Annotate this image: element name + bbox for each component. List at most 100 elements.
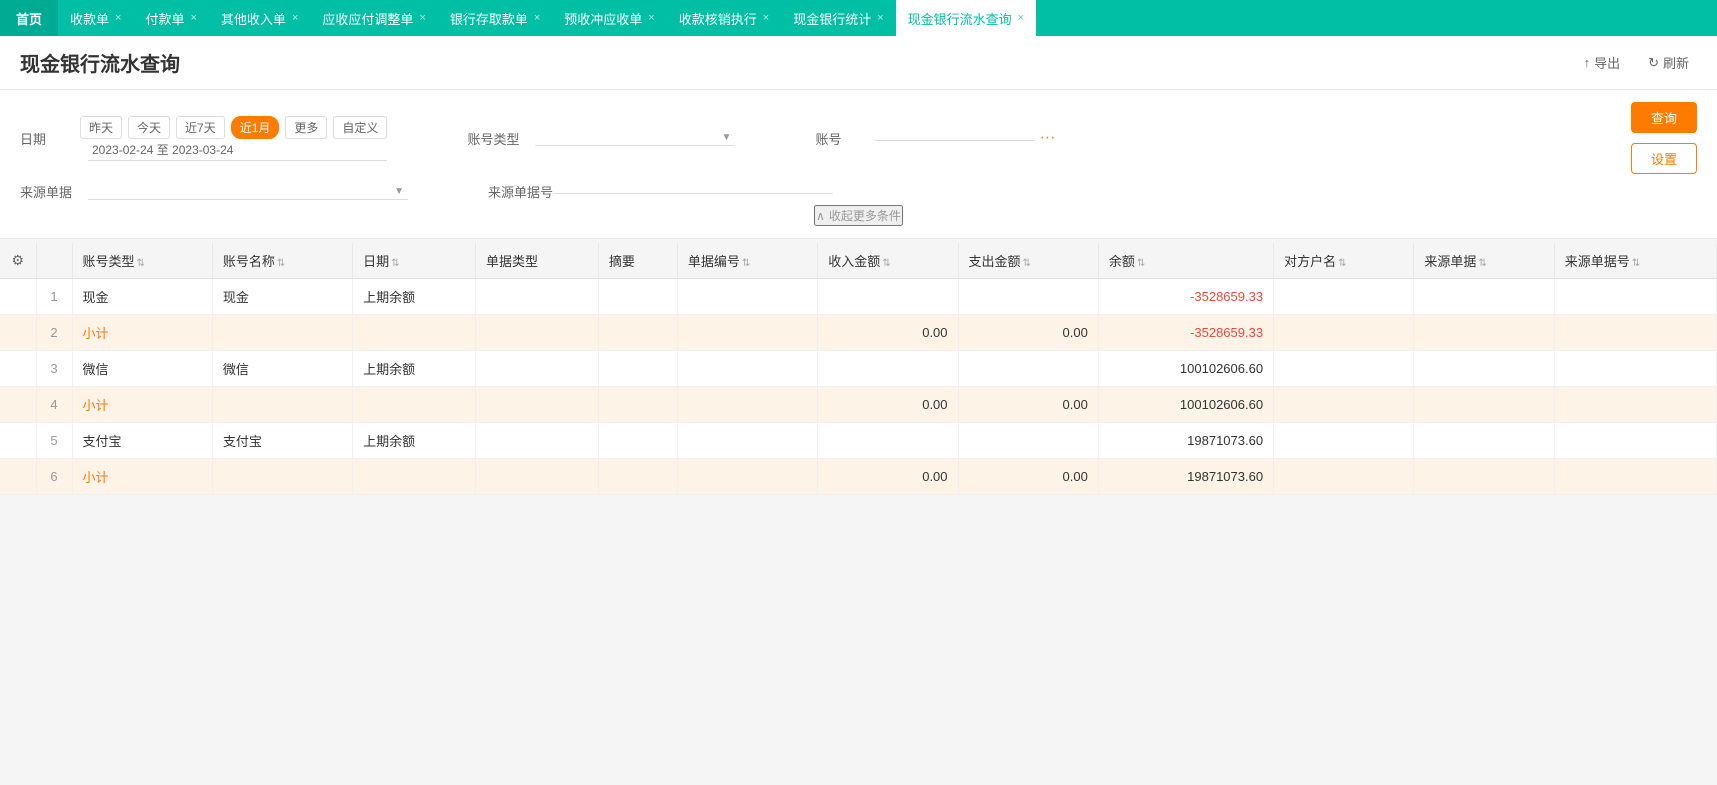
cell-expense: [958, 351, 1098, 387]
cell-income: [818, 423, 958, 459]
nav-tab-other-income[interactable]: 其他收入单×: [209, 0, 310, 36]
nav-tab-pre-receipt[interactable]: 预收冲应收单×: [552, 0, 666, 36]
collapse-icon: ∧: [816, 209, 825, 223]
nav-tab-ar-ap-adjust[interactable]: 应收应付调整单×: [310, 0, 437, 36]
account-dots-button[interactable]: ···: [1039, 129, 1055, 147]
cell-doc-no: [677, 387, 817, 423]
cell-income: 0.00: [818, 315, 958, 351]
table-row[interactable]: 2小计0.000.00-3528659.33: [0, 315, 1717, 351]
col-expense[interactable]: 支出金额⇅: [958, 243, 1098, 279]
nav-tab-receipt-verify[interactable]: 收款核销执行×: [667, 0, 781, 36]
col-summary[interactable]: 摘要: [598, 243, 677, 279]
col-income[interactable]: 收入金额⇅: [818, 243, 958, 279]
col-counterparty[interactable]: 对方户名⇅: [1274, 243, 1414, 279]
cell-account-type: 小计: [72, 387, 212, 423]
account-input[interactable]: [875, 136, 1035, 141]
col-gear[interactable]: ⚙: [0, 243, 36, 279]
nav-tab-cash-flow[interactable]: 现金银行流水查询×: [896, 0, 1036, 36]
collapse-button[interactable]: ∧ 收起更多条件: [814, 205, 903, 226]
cell-balance: -3528659.33: [1098, 279, 1273, 315]
col-account-name[interactable]: 账号名称⇅: [212, 243, 352, 279]
cell-doc-type: [475, 423, 598, 459]
nav-tab-cash-stats[interactable]: 现金银行统计×: [781, 0, 895, 36]
cell-account-name: 现金: [212, 279, 352, 315]
close-icon[interactable]: ×: [419, 12, 425, 24]
cell-source-doc: [1414, 459, 1554, 495]
cell-income: 0.00: [818, 387, 958, 423]
col-doc-no[interactable]: 单据编号⇅: [677, 243, 817, 279]
close-icon[interactable]: ×: [534, 12, 540, 24]
nav-tab-receipt[interactable]: 收款单×: [58, 0, 133, 36]
date-btn-today[interactable]: 今天: [128, 116, 170, 139]
page-header: 现金银行流水查询 ↑ 导出 ↻ 刷新: [0, 36, 1717, 90]
table-row[interactable]: 6小计0.000.0019871073.60: [0, 459, 1717, 495]
cell-summary: [598, 387, 677, 423]
date-btn-yesterday[interactable]: 昨天: [80, 116, 122, 139]
close-icon[interactable]: ×: [292, 12, 298, 24]
col-date[interactable]: 日期⇅: [353, 243, 476, 279]
refresh-button[interactable]: ↻ 刷新: [1640, 49, 1697, 76]
cell-gear: [0, 387, 36, 423]
col-doc-type[interactable]: 单据类型: [475, 243, 598, 279]
cell-summary: [598, 351, 677, 387]
nav-tab-bank-deposit[interactable]: 银行存取款单×: [438, 0, 552, 36]
cell-doc-no: [677, 351, 817, 387]
cell-account-type: 微信: [72, 351, 212, 387]
table-header: ⚙ 账号类型⇅ 账号名称⇅ 日期⇅ 单据类型 摘要 单据编号⇅ 收入金额⇅ 支出…: [0, 243, 1717, 279]
cell-summary: [598, 279, 677, 315]
cell-rownum: 4: [36, 387, 72, 423]
nav-tab-payment[interactable]: 付款单×: [133, 0, 208, 36]
close-icon[interactable]: ×: [763, 12, 769, 24]
gear-settings-icon[interactable]: ⚙: [11, 252, 24, 268]
account-filter-col: 账号 ···: [815, 129, 1575, 148]
cell-source-doc-no: [1554, 279, 1716, 315]
col-account-type[interactable]: 账号类型⇅: [72, 243, 212, 279]
table-row[interactable]: 1现金现金上期余额-3528659.33: [0, 279, 1717, 315]
col-source-doc-no[interactable]: 来源单据号⇅: [1554, 243, 1716, 279]
cell-doc-type: [475, 351, 598, 387]
cell-source-doc-no: [1554, 423, 1716, 459]
settings-button[interactable]: 设置: [1631, 143, 1697, 174]
cell-date: [353, 459, 476, 495]
cell-gear: [0, 459, 36, 495]
cell-account-name: [212, 387, 352, 423]
date-options-col: 昨天 今天 近7天 近1月 更多 自定义 2023-02-24 至 2023-0…: [80, 116, 387, 161]
query-button[interactable]: 查询: [1631, 102, 1697, 133]
date-btn-1month[interactable]: 近1月: [231, 116, 280, 139]
cell-source-doc: [1414, 279, 1554, 315]
cell-summary: [598, 459, 677, 495]
cell-date: [353, 315, 476, 351]
col-balance[interactable]: 余额⇅: [1098, 243, 1273, 279]
cell-counterparty: [1274, 387, 1414, 423]
close-icon[interactable]: ×: [648, 12, 654, 24]
cell-income: [818, 279, 958, 315]
col-source-doc[interactable]: 来源单据⇅: [1414, 243, 1554, 279]
close-icon[interactable]: ×: [877, 12, 883, 24]
table-row[interactable]: 4小计0.000.00100102606.60: [0, 387, 1717, 423]
account-type-select[interactable]: ▼: [535, 130, 735, 146]
cell-rownum: 3: [36, 351, 72, 387]
cell-account-type: 小计: [72, 315, 212, 351]
source-doc-select[interactable]: ▼: [88, 184, 408, 200]
date-btn-custom[interactable]: 自定义: [333, 116, 387, 139]
right-buttons: 查询 设置: [1631, 102, 1697, 174]
header-actions: ↑ 导出 ↻ 刷新: [1576, 49, 1697, 76]
cell-rownum: 2: [36, 315, 72, 351]
close-icon[interactable]: ×: [190, 12, 196, 24]
table-row[interactable]: 3微信微信上期余额100102606.60: [0, 351, 1717, 387]
date-options: 昨天 今天 近7天 近1月 更多 自定义: [80, 116, 387, 139]
table-area: ⚙ 账号类型⇅ 账号名称⇅ 日期⇅ 单据类型 摘要 单据编号⇅ 收入金额⇅ 支出…: [0, 243, 1717, 495]
nav-tab-home[interactable]: 首页: [0, 0, 58, 36]
table-row[interactable]: 5支付宝支付宝上期余额19871073.60: [0, 423, 1717, 459]
source-doc-no-filter-col: 来源单据号: [488, 182, 833, 201]
source-doc-no-input[interactable]: [553, 189, 833, 194]
cell-source-doc: [1414, 423, 1554, 459]
date-btn-7days[interactable]: 近7天: [176, 116, 225, 139]
account-label: 账号: [815, 129, 875, 148]
cell-source-doc-no: [1554, 351, 1716, 387]
close-icon[interactable]: ×: [115, 12, 121, 24]
export-button[interactable]: ↑ 导出: [1576, 49, 1629, 76]
close-icon[interactable]: ×: [1018, 12, 1024, 24]
date-btn-more[interactable]: 更多: [285, 116, 327, 139]
cell-gear: [0, 351, 36, 387]
